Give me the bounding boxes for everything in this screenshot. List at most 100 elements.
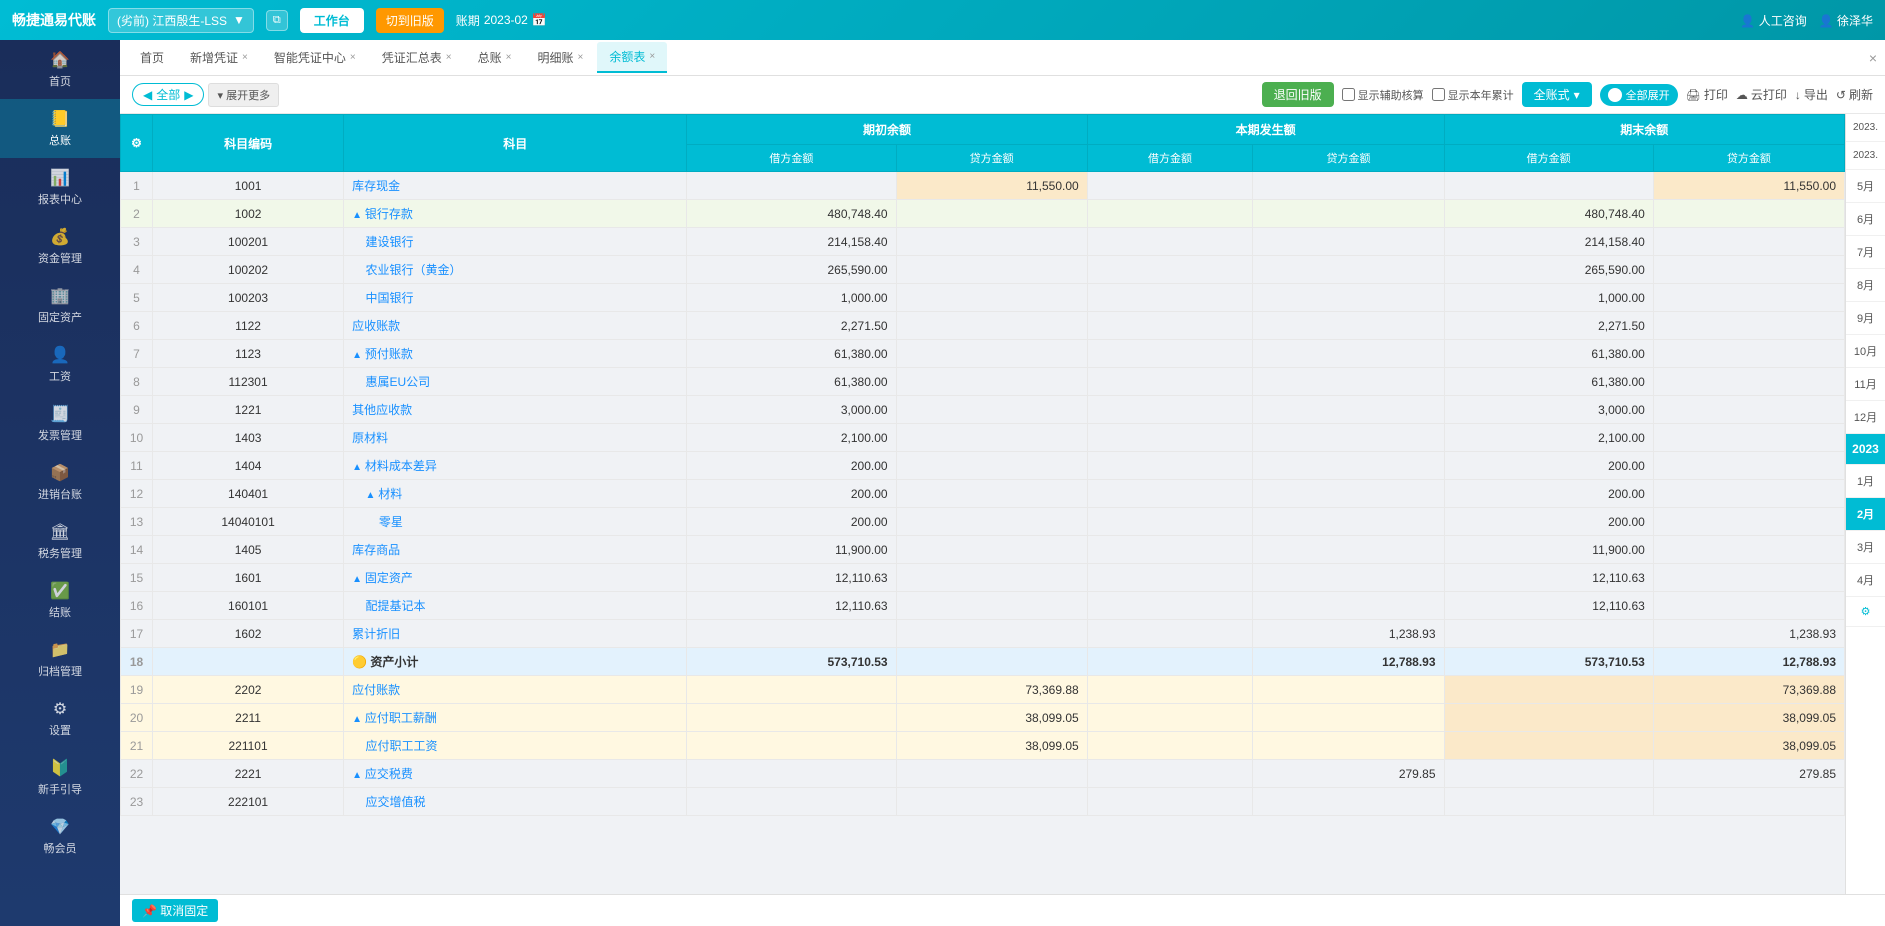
row-name-link[interactable]: 应收账款 bbox=[352, 319, 400, 333]
right-panel-feb-active[interactable]: 2月 bbox=[1846, 498, 1885, 531]
right-panel-may[interactable]: 5月 bbox=[1846, 170, 1885, 203]
row-name-link[interactable]: 应交增值税 bbox=[366, 795, 426, 809]
row-name-link[interactable]: 应交税费 bbox=[365, 767, 413, 781]
row-name-link[interactable]: 应付职工工资 bbox=[366, 739, 438, 753]
right-panel-aug[interactable]: 8月 bbox=[1846, 269, 1885, 302]
close-new-voucher-icon[interactable]: × bbox=[242, 52, 248, 63]
sidebar-item-archive[interactable]: 📁 归档管理 bbox=[0, 630, 120, 689]
row-name[interactable]: ▲ 应交税费 bbox=[344, 760, 687, 788]
close-all-tabs-button[interactable]: × bbox=[1869, 50, 1877, 66]
right-panel-year-active[interactable]: 2023 bbox=[1846, 434, 1885, 465]
tab-voucher-summary[interactable]: 凭证汇总表 × bbox=[370, 43, 464, 72]
sidebar-item-ledger[interactable]: 📒 总账 bbox=[0, 99, 120, 158]
company-selector[interactable]: (劣前) 江西殷生-LSS ▼ bbox=[108, 8, 254, 33]
row-name-link[interactable]: 中国银行 bbox=[366, 291, 414, 305]
row-name[interactable]: 惠属EU公司 bbox=[344, 368, 687, 396]
row-name[interactable]: 建设银行 bbox=[344, 228, 687, 256]
row-name-link[interactable]: 应付账款 bbox=[352, 683, 400, 697]
print-button[interactable]: 🖨 打印 bbox=[1686, 86, 1728, 103]
row-name-link[interactable]: 惠属EU公司 bbox=[366, 375, 431, 389]
sidebar-item-invoice[interactable]: 🧾 发票管理 bbox=[0, 394, 120, 453]
row-name[interactable]: 应付职工工资 bbox=[344, 732, 687, 760]
tab-detail-ledger[interactable]: 明细账 × bbox=[525, 43, 595, 72]
right-panel-year-2023-2[interactable]: 2023. bbox=[1846, 142, 1885, 170]
row-name-link[interactable]: 配提基记本 bbox=[366, 599, 426, 613]
row-name-link[interactable]: 材料成本差异 bbox=[365, 459, 437, 473]
row-name-link[interactable]: 零星 bbox=[379, 515, 403, 529]
tab-smart-verify[interactable]: 智能凭证中心 × bbox=[262, 43, 368, 72]
row-name-link[interactable]: 累计折旧 bbox=[352, 627, 400, 641]
show-aux-checkbox[interactable]: 显示辅助核算 bbox=[1342, 87, 1424, 103]
tab-ledger[interactable]: 总账 × bbox=[466, 43, 524, 72]
sidebar-item-home[interactable]: 🏠 首页 bbox=[0, 40, 120, 99]
row-name[interactable]: 库存商品 bbox=[344, 536, 687, 564]
row-name-link[interactable]: 原材料 bbox=[352, 431, 388, 445]
right-panel-dec[interactable]: 12月 bbox=[1846, 401, 1885, 434]
format-button[interactable]: 全账式 ▾ bbox=[1522, 82, 1592, 107]
row-name[interactable]: 其他应收款 bbox=[344, 396, 687, 424]
sidebar-item-tax[interactable]: 🏛 税务管理 bbox=[0, 512, 120, 571]
calendar-icon[interactable]: 📅 bbox=[532, 13, 547, 27]
row-name-link[interactable]: 银行存款 bbox=[365, 207, 413, 221]
right-panel-apr[interactable]: 4月 bbox=[1846, 564, 1885, 597]
row-name-link[interactable]: 库存现金 bbox=[352, 179, 400, 193]
row-name[interactable]: ▲ 材料成本差异 bbox=[344, 452, 687, 480]
right-panel-year-2023-top[interactable]: 2023. bbox=[1846, 114, 1885, 142]
tab-home[interactable]: 首页 bbox=[128, 43, 176, 72]
close-balance-sheet-icon[interactable]: × bbox=[649, 51, 655, 62]
copy-button[interactable]: ⧉ bbox=[266, 10, 288, 31]
row-name-link[interactable]: 材料 bbox=[378, 487, 402, 501]
row-name[interactable]: 中国银行 bbox=[344, 284, 687, 312]
right-panel-sep[interactable]: 9月 bbox=[1846, 302, 1885, 335]
expand-all-toggle[interactable]: 全部展开 bbox=[1600, 84, 1678, 106]
row-name[interactable]: 零星 bbox=[344, 508, 687, 536]
user-info[interactable]: 👤 徐泽华 bbox=[1819, 12, 1873, 29]
close-detail-ledger-icon[interactable]: × bbox=[577, 52, 583, 63]
row-name[interactable]: ▲ 预付账款 bbox=[344, 340, 687, 368]
row-name-link[interactable]: 建设银行 bbox=[366, 235, 414, 249]
return-old-version-button[interactable]: 退回旧版 bbox=[1262, 82, 1334, 107]
row-name[interactable]: ▲ 材料 bbox=[344, 480, 687, 508]
cloud-print-button[interactable]: ☁ 云打印 bbox=[1736, 86, 1787, 103]
row-name[interactable]: ▲ 银行存款 bbox=[344, 200, 687, 228]
sidebar-item-closing[interactable]: ✅ 结账 bbox=[0, 571, 120, 630]
tab-new-voucher[interactable]: 新增凭证 × bbox=[178, 43, 260, 72]
export-button[interactable]: ↓ 导出 bbox=[1795, 86, 1828, 103]
tab-balance-sheet[interactable]: 余额表 × bbox=[597, 42, 667, 73]
sidebar-item-reports[interactable]: 📊 报表中心 bbox=[0, 158, 120, 217]
close-voucher-summary-icon[interactable]: × bbox=[446, 52, 452, 63]
col-settings-header[interactable]: ⚙ bbox=[121, 115, 153, 172]
row-name[interactable]: ▲ 固定资产 bbox=[344, 564, 687, 592]
right-panel-jun[interactable]: 6月 bbox=[1846, 203, 1885, 236]
switch-version-button[interactable]: 切到旧版 bbox=[376, 8, 444, 33]
row-name[interactable]: 库存现金 bbox=[344, 172, 687, 200]
sidebar-item-member[interactable]: 💎 畅会员 bbox=[0, 807, 120, 866]
row-name[interactable]: 累计折旧 bbox=[344, 620, 687, 648]
filter-all-tag[interactable]: ◀ 全部 ▶ bbox=[132, 83, 204, 106]
expand-more-button[interactable]: ▾ 展开更多 bbox=[208, 83, 279, 107]
row-name-link[interactable]: 固定资产 bbox=[365, 571, 413, 585]
refresh-button[interactable]: ↺ 刷新 bbox=[1836, 86, 1873, 103]
sidebar-item-settings[interactable]: ⚙ 设置 bbox=[0, 689, 120, 748]
cancel-fixed-button[interactable]: 📌 取消固定 bbox=[132, 899, 218, 922]
consult-link[interactable]: 👤 人工咨询 bbox=[1740, 12, 1806, 29]
right-panel-jan[interactable]: 1月 bbox=[1846, 465, 1885, 498]
sidebar-item-fixed[interactable]: 🏢 固定资产 bbox=[0, 276, 120, 335]
right-panel-settings-icon[interactable]: ⚙ bbox=[1846, 597, 1885, 627]
show-ytd-checkbox[interactable]: 显示本年累计 bbox=[1432, 87, 1514, 103]
sidebar-item-wages[interactable]: 👤 工资 bbox=[0, 335, 120, 394]
row-name-link[interactable]: 应付职工薪酬 bbox=[365, 711, 437, 725]
right-panel-jul[interactable]: 7月 bbox=[1846, 236, 1885, 269]
right-panel-oct[interactable]: 10月 bbox=[1846, 335, 1885, 368]
sidebar-item-newbie[interactable]: 🔰 新手引导 bbox=[0, 748, 120, 807]
row-name[interactable]: 原材料 bbox=[344, 424, 687, 452]
row-name-link[interactable]: 农业银行（黄金） bbox=[366, 263, 462, 277]
aux-checkbox-input[interactable] bbox=[1342, 88, 1355, 101]
close-ledger-icon[interactable]: × bbox=[506, 52, 512, 63]
workbench-button[interactable]: 工作台 bbox=[300, 8, 364, 33]
right-panel-mar[interactable]: 3月 bbox=[1846, 531, 1885, 564]
sidebar-item-funds[interactable]: 💰 资金管理 bbox=[0, 217, 120, 276]
row-name-link[interactable]: 库存商品 bbox=[352, 543, 400, 557]
row-name[interactable]: 应付账款 bbox=[344, 676, 687, 704]
close-smart-verify-icon[interactable]: × bbox=[350, 52, 356, 63]
